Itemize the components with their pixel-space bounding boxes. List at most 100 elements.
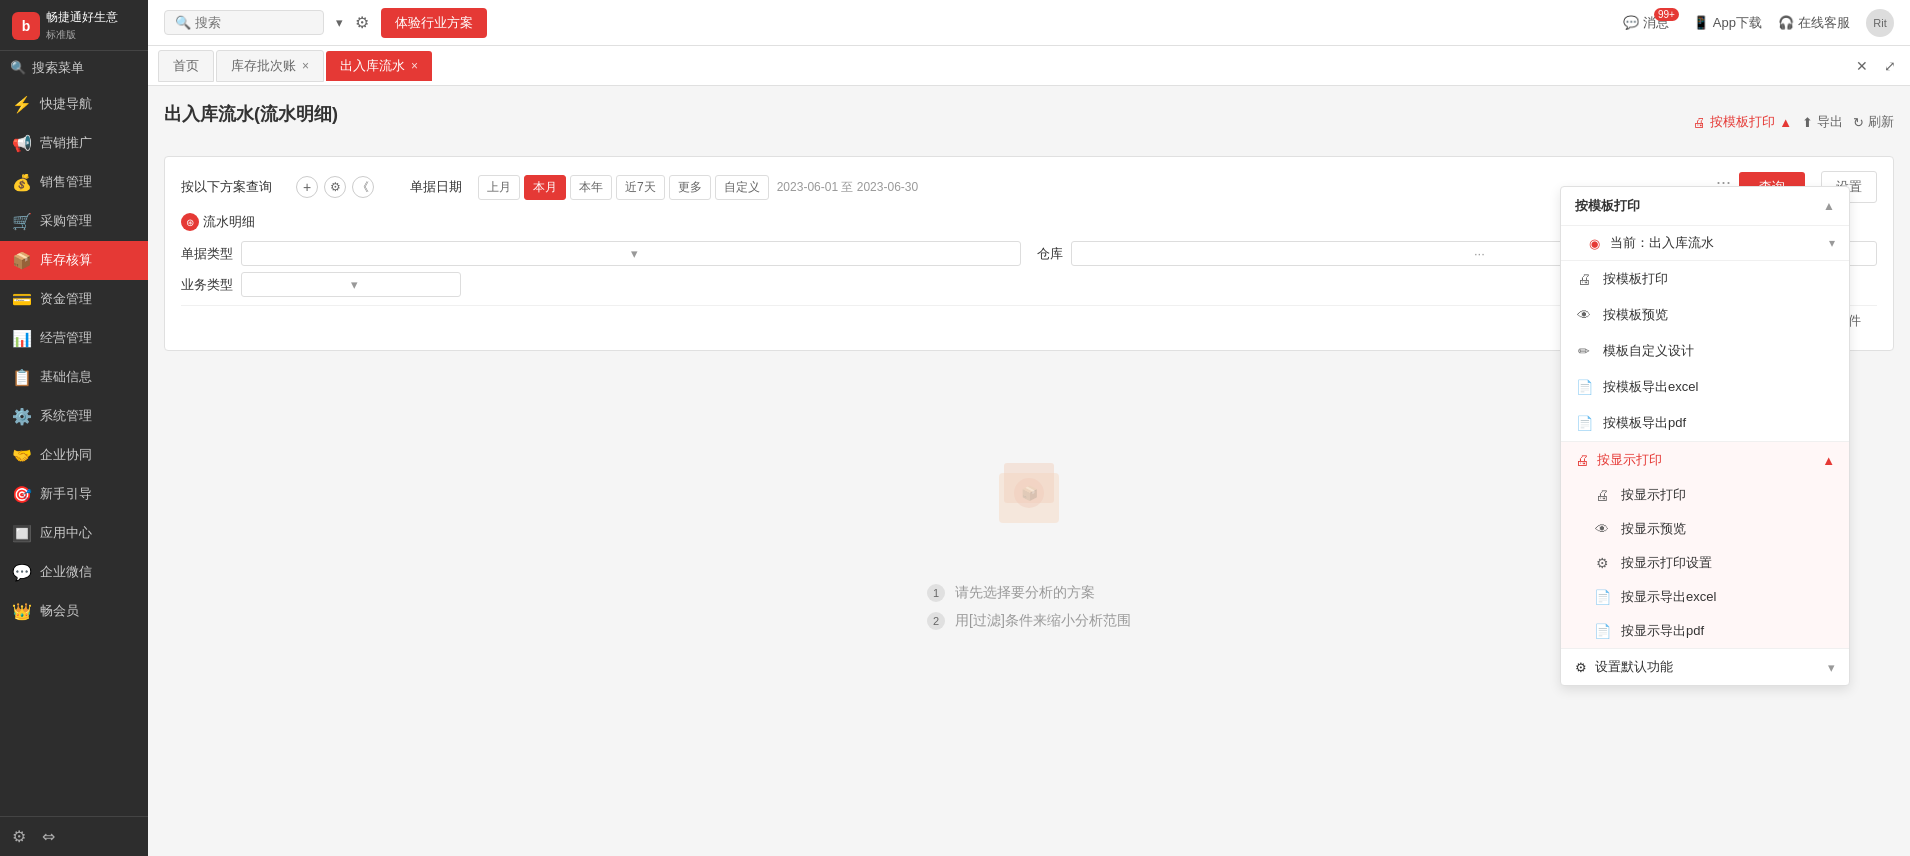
dropdown-current-item[interactable]: ◉ 当前：出入库流水 ▾ — [1561, 226, 1849, 260]
filter-tag-label: 流水明细 — [203, 213, 255, 231]
dropdown-header: 按模板打印 ▲ — [1561, 187, 1849, 226]
sidebar-item-wechat[interactable]: 💬 企业微信 — [0, 553, 148, 592]
dropdown-item-template-export-pdf[interactable]: 📄 按模板导出pdf — [1561, 405, 1849, 441]
dropdown-item-label: 按模板打印 — [1603, 270, 1668, 288]
dropdown-close-arrow[interactable]: ▲ — [1823, 199, 1835, 213]
sidebar-item-finance[interactable]: 💳 资金管理 — [0, 280, 148, 319]
dropdown-title: 按模板打印 — [1575, 197, 1640, 215]
sidebar-item-operations[interactable]: 📊 经营管理 — [0, 319, 148, 358]
dropdown-item-display-preview[interactable]: 👁 按显示预览 — [1561, 512, 1849, 546]
sidebar-item-label: 销售管理 — [40, 173, 92, 191]
filter-biz-type-select[interactable]: ▾ — [241, 272, 461, 297]
topbar-search-icon: 🔍 — [175, 15, 191, 30]
sidebar-item-system[interactable]: ⚙️ 系统管理 — [0, 397, 148, 436]
membership-icon: 👑 — [12, 602, 32, 621]
sidebar-item-label: 快捷导航 — [40, 95, 92, 113]
dropdown-item-template-design[interactable]: ✏ 模板自定义设计 — [1561, 333, 1849, 369]
topbar: 🔍 ▾ ⚙ 体验行业方案 💬 消息 99+ 📱 App下载 🎧 在线客服 Rit — [148, 0, 1910, 46]
tab-inout-flow-label: 出入库流水 — [340, 57, 405, 75]
date-btn-this-month[interactable]: 本月 — [524, 175, 566, 200]
close-all-tabs-btn[interactable]: ✕ — [1852, 56, 1872, 76]
page-title: 出入库流水(流水明细) — [164, 102, 338, 126]
filter-scheme-btn[interactable]: ⚙ — [324, 176, 346, 198]
dropdown-item-display-export-excel[interactable]: 📄 按显示导出excel — [1561, 580, 1849, 614]
display-section-arrow: ▲ — [1822, 453, 1835, 468]
sidebar-item-guide[interactable]: 🎯 新手引导 — [0, 475, 148, 514]
sidebar-item-membership[interactable]: 👑 畅会员 — [0, 592, 148, 631]
collapse-sidebar-icon[interactable]: ⇔ — [42, 827, 55, 846]
filter-doc-type: 单据类型 ▾ — [181, 241, 1021, 266]
display-print-section-icon: 🖨 — [1575, 452, 1589, 468]
topbar-dropdown-icon[interactable]: ▾ — [336, 15, 343, 30]
dropdown-item-label: 按显示导出excel — [1621, 588, 1716, 606]
tabs-bar: 首页 库存批次账 × 出入库流水 × ✕ ⤢ — [148, 46, 1910, 86]
user-avatar[interactable]: Rit — [1866, 9, 1894, 37]
footer-settings-label: 设置默认功能 — [1595, 658, 1673, 676]
topbar-search-input[interactable] — [195, 15, 313, 30]
refresh-btn[interactable]: ↻ 刷新 — [1853, 113, 1894, 131]
tab-home[interactable]: 首页 — [158, 50, 214, 82]
topbar-gear-icon[interactable]: ⚙ — [355, 13, 369, 32]
empty-hint-2: 用[过滤]条件来缩小分析范围 — [955, 612, 1131, 628]
industry-btn[interactable]: 体验行业方案 — [381, 8, 487, 38]
sidebar-item-label: 基础信息 — [40, 368, 92, 386]
sidebar-item-app-center[interactable]: 🔲 应用中心 — [0, 514, 148, 553]
dropdown-item-display-export-pdf[interactable]: 📄 按显示导出pdf — [1561, 614, 1849, 648]
app-download-label: App下载 — [1713, 14, 1762, 32]
sidebar-search[interactable]: 🔍 搜索菜单 — [0, 51, 148, 85]
app-download-btn[interactable]: 📱 App下载 — [1693, 14, 1762, 32]
design-icon: ✏ — [1575, 343, 1593, 359]
settings-bottom-icon[interactable]: ⚙ — [12, 827, 26, 846]
dropdown-current-label: 当前：出入库流水 — [1610, 234, 1714, 252]
dropdown-item-label: 按显示预览 — [1621, 520, 1686, 538]
sidebar-item-sales[interactable]: 💰 销售管理 — [0, 163, 148, 202]
date-btn-last-month[interactable]: 上月 — [478, 175, 520, 200]
filter-add-btn[interactable]: + — [296, 176, 318, 198]
date-range-display: 2023-06-01 至 2023-06-30 — [777, 179, 918, 196]
dropdown-item-template-export-excel[interactable]: 📄 按模板导出excel — [1561, 369, 1849, 405]
tab-inout-flow[interactable]: 出入库流水 × — [326, 51, 432, 81]
tab-batch-account[interactable]: 库存批次账 × — [216, 50, 324, 82]
filter-doc-type-select[interactable]: ▾ — [241, 241, 1021, 266]
date-btn-custom[interactable]: 自定义 — [715, 175, 769, 200]
date-btn-this-year[interactable]: 本年 — [570, 175, 612, 200]
date-btn-more[interactable]: 更多 — [669, 175, 711, 200]
sidebar-item-quick-nav[interactable]: ⚡ 快捷导航 — [0, 85, 148, 124]
dropdown-item-template-print[interactable]: 🖨 按模板打印 — [1561, 261, 1849, 297]
page-header-actions: 🖨 按模板打印 ▲ ⬆ 导出 ↻ 刷新 — [1693, 113, 1894, 131]
dropdown-footer-settings[interactable]: ⚙ 设置默认功能 ▾ — [1561, 648, 1849, 685]
sidebar-item-basic-info[interactable]: 📋 基础信息 — [0, 358, 148, 397]
pdf-icon-1: 📄 — [1575, 415, 1593, 431]
sidebar-nav: ⚡ 快捷导航 📢 营销推广 💰 销售管理 🛒 采购管理 📦 库存核算 💳 资金管… — [0, 85, 148, 816]
display-print-section-header[interactable]: 🖨 按显示打印 ▲ — [1561, 442, 1849, 478]
template-print-btn[interactable]: 🖨 按模板打印 ▲ — [1693, 113, 1792, 131]
finance-icon: 💳 — [12, 290, 32, 309]
printer-icon: 🖨 — [1693, 115, 1706, 130]
sidebar-item-marketing[interactable]: 📢 营销推广 — [0, 124, 148, 163]
sidebar-item-cooperation[interactable]: 🤝 企业协同 — [0, 436, 148, 475]
template-print-label: 按模板打印 — [1710, 113, 1775, 131]
topbar-search-box[interactable]: 🔍 — [164, 10, 324, 35]
dropdown-item-template-preview[interactable]: 👁 按模板预览 — [1561, 297, 1849, 333]
dropdown-item-label: 按显示打印设置 — [1621, 554, 1712, 572]
date-btn-7days[interactable]: 近7天 — [616, 175, 665, 200]
sidebar-item-inventory[interactable]: 📦 库存核算 — [0, 241, 148, 280]
sidebar-item-label: 企业协同 — [40, 446, 92, 464]
sidebar-item-purchase[interactable]: 🛒 采购管理 — [0, 202, 148, 241]
page-header: 出入库流水(流水明细) 🖨 按模板打印 ▲ ⬆ 导出 ↻ 刷新 — [164, 102, 1894, 142]
app-center-icon: 🔲 — [12, 524, 32, 543]
dropdown-item-label: 模板自定义设计 — [1603, 342, 1694, 360]
dropdown-item-display-print-settings[interactable]: ⚙ 按显示打印设置 — [1561, 546, 1849, 580]
export-btn[interactable]: ⬆ 导出 — [1802, 113, 1843, 131]
dropdown-item-display-print[interactable]: 🖨 按显示打印 — [1561, 478, 1849, 512]
topbar-right: 💬 消息 99+ 📱 App下载 🎧 在线客服 Rit — [1623, 9, 1894, 37]
maximize-tab-btn[interactable]: ⤢ — [1880, 56, 1900, 76]
tab-inout-flow-close[interactable]: × — [411, 59, 418, 73]
service-btn[interactable]: 🎧 在线客服 — [1778, 14, 1850, 32]
messages-btn[interactable]: 💬 消息 99+ — [1623, 14, 1669, 32]
filter-date-label: 单据日期 — [410, 178, 462, 196]
excel-icon-1: 📄 — [1575, 379, 1593, 395]
cooperation-icon: 🤝 — [12, 446, 32, 465]
tab-batch-account-close[interactable]: × — [302, 59, 309, 73]
filter-collapse-toggle-btn[interactable]: 《 — [352, 176, 374, 198]
